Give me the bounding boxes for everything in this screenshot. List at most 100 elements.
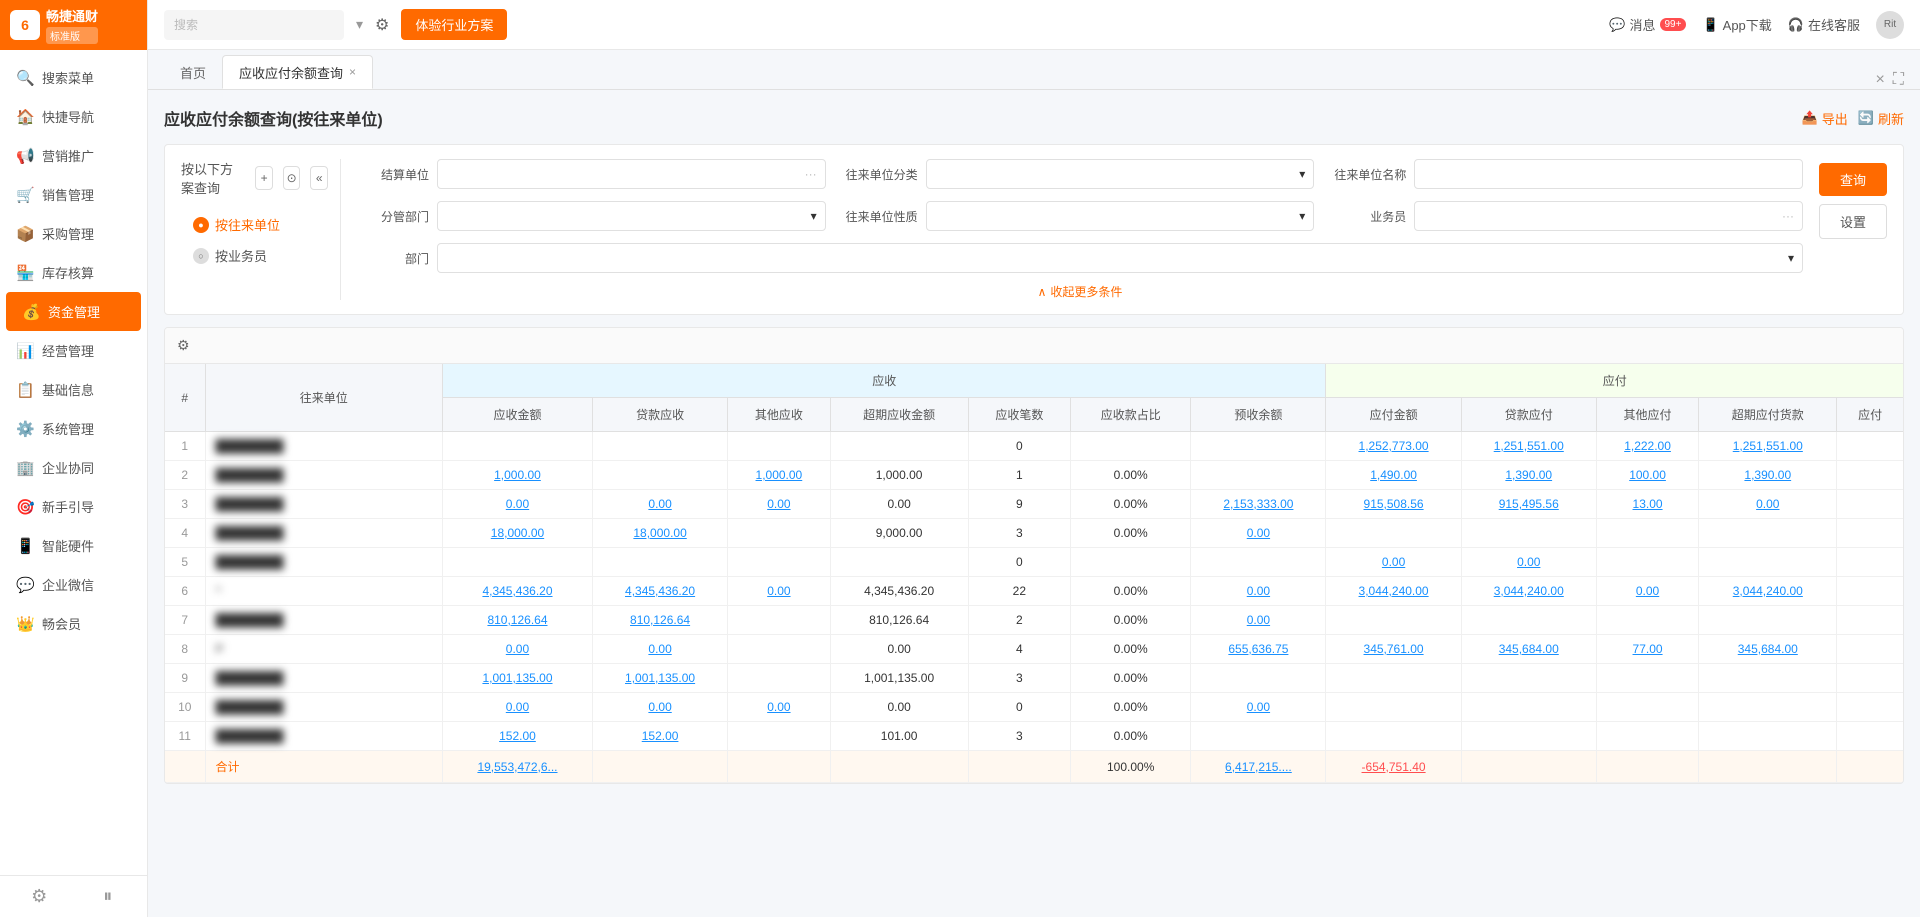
sidebar-item-base[interactable]: 📋 基础信息	[0, 370, 147, 409]
footer-prepay[interactable]: 6,417,215....	[1191, 751, 1326, 783]
cell-loan-rec[interactable]: 0.00	[592, 693, 727, 722]
cell-prepay[interactable]: 0.00	[1191, 693, 1326, 722]
cell-prepay[interactable]: 0.00	[1191, 606, 1326, 635]
cell-other-rec[interactable]: 0.00	[728, 693, 830, 722]
cell-receivable[interactable]: 1,001,135.00	[442, 664, 592, 693]
cell-overdue-pay[interactable]: 3,044,240.00	[1699, 577, 1837, 606]
query-button[interactable]: 查询	[1819, 163, 1887, 196]
messages-item[interactable]: 💬 消息 99+	[1609, 15, 1686, 34]
cell-overdue-pay[interactable]: 1,251,551.00	[1699, 432, 1837, 461]
query-option-partner[interactable]: ● 按往来单位	[181, 209, 328, 240]
cell-prepay[interactable]: 0.00	[1191, 519, 1326, 548]
cell-loan-rec[interactable]: 0.00	[592, 635, 727, 664]
promo-button[interactable]: 体验行业方案	[401, 9, 507, 40]
cell-overdue-pay[interactable]: 1,390.00	[1699, 461, 1837, 490]
cell-receivable[interactable]: 18,000.00	[442, 519, 592, 548]
export-button[interactable]: 📤 导出	[1802, 109, 1848, 128]
sidebar-item-member[interactable]: 👑 畅会员	[0, 604, 147, 643]
cell-prepay[interactable]: 0.00	[1191, 577, 1326, 606]
partner-type-select[interactable]: ▾	[926, 159, 1315, 189]
cell-loan-rec[interactable]: 810,126.64	[592, 606, 727, 635]
sidebar-collapse-btn[interactable]: ⏸	[79, 886, 138, 907]
sidebar-item-system[interactable]: ⚙️ 系统管理	[0, 409, 147, 448]
tab-query[interactable]: 应收应付余额查询 ×	[222, 55, 373, 89]
refresh-button[interactable]: 🔄 刷新	[1858, 109, 1904, 128]
sidebar-item-marketing[interactable]: 📢 营销推广	[0, 136, 147, 175]
cell-receivable[interactable]: 0.00	[442, 693, 592, 722]
cell-other-rec[interactable]: 1,000.00	[728, 461, 830, 490]
cell-loan-rec[interactable]: 1,001,135.00	[592, 664, 727, 693]
footer-payable[interactable]: -654,751.40	[1326, 751, 1461, 783]
cell-loan-rec[interactable]: 18,000.00	[592, 519, 727, 548]
cell-receivable[interactable]: 4,345,436.20	[442, 577, 592, 606]
cell-payable[interactable]: 1,252,773.00	[1326, 432, 1461, 461]
filter-add-btn[interactable]: +	[255, 166, 273, 190]
sidebar-item-purchase[interactable]: 📦 采购管理	[0, 214, 147, 253]
cell-loan-pay[interactable]: 0.00	[1461, 548, 1596, 577]
cell-receivable[interactable]: 152.00	[442, 722, 592, 751]
cell-other-rec[interactable]: 0.00	[728, 577, 830, 606]
cell-overdue-pay[interactable]: 345,684.00	[1699, 635, 1837, 664]
sidebar-item-guide[interactable]: 🎯 新手引导	[0, 487, 147, 526]
filter-collapse-btn[interactable]: «	[310, 166, 328, 190]
cell-other-pay[interactable]: 1,222.00	[1596, 432, 1698, 461]
cell-prepay[interactable]: 2,153,333.00	[1191, 490, 1326, 519]
table-settings-icon[interactable]: ⚙	[177, 337, 190, 354]
cell-payable[interactable]: 0.00	[1326, 548, 1461, 577]
cell-loan-pay[interactable]: 915,495.56	[1461, 490, 1596, 519]
sidebar-item-quicknav[interactable]: 🏠 快捷导航	[0, 97, 147, 136]
cell-loan-rec[interactable]: 0.00	[592, 490, 727, 519]
sidebar-item-operations[interactable]: 📊 经营管理	[0, 331, 147, 370]
sidebar-item-hardware[interactable]: 📱 智能硬件	[0, 526, 147, 565]
cell-other-pay[interactable]: 100.00	[1596, 461, 1698, 490]
online-service-item[interactable]: 🎧 在线客服	[1788, 15, 1860, 34]
cell-loan-pay[interactable]: 3,044,240.00	[1461, 577, 1596, 606]
settings-button[interactable]: 设置	[1819, 204, 1887, 239]
salesperson-input[interactable]: ···	[1414, 201, 1803, 231]
tab-close-all-icon[interactable]: ×	[1875, 71, 1884, 89]
cell-receivable[interactable]: 0.00	[442, 635, 592, 664]
partner-nature-select[interactable]: ▾	[926, 201, 1315, 231]
query-option-salesperson[interactable]: ○ 按业务员	[181, 240, 328, 271]
collapse-more-btn[interactable]: ∧ 收起更多条件	[1038, 283, 1123, 300]
settings-icon[interactable]: ⚙	[375, 15, 389, 35]
dept-select[interactable]: ▾	[437, 201, 826, 231]
sidebar-item-inventory[interactable]: 🏪 库存核算	[0, 253, 147, 292]
sidebar-item-finance[interactable]: 💰 资金管理	[6, 292, 141, 331]
cell-receivable[interactable]: 810,126.64	[442, 606, 592, 635]
cell-loan-rec[interactable]: 152.00	[592, 722, 727, 751]
cell-prepay[interactable]: 655,636.75	[1191, 635, 1326, 664]
tab-home[interactable]: 首页	[164, 55, 222, 89]
sidebar-settings-btn[interactable]: ⚙	[10, 886, 69, 907]
subdept-select[interactable]: ▾	[437, 243, 1803, 273]
tab-close-icon[interactable]: ×	[349, 65, 356, 79]
cell-other-rec[interactable]: 0.00	[728, 490, 830, 519]
cell-other-pay[interactable]: 0.00	[1596, 577, 1698, 606]
cell-loan-pay[interactable]: 1,251,551.00	[1461, 432, 1596, 461]
cell-receivable[interactable]: 0.00	[442, 490, 592, 519]
partner-name-input[interactable]	[1414, 159, 1803, 189]
app-download-item[interactable]: 📱 App下载	[1702, 15, 1771, 34]
tab-fullscreen-icon[interactable]: ⛶	[1893, 71, 1904, 89]
cell-other-pay[interactable]: 13.00	[1596, 490, 1698, 519]
user-avatar[interactable]: Rit	[1876, 11, 1904, 39]
cell-other-pay[interactable]: 77.00	[1596, 635, 1698, 664]
settlement-unit-input[interactable]: ···	[437, 159, 826, 189]
sidebar-item-sales[interactable]: 🛒 销售管理	[0, 175, 147, 214]
cell-payable[interactable]: 915,508.56	[1326, 490, 1461, 519]
sidebar-item-wechat[interactable]: 💬 企业微信	[0, 565, 147, 604]
cell-loan-rec[interactable]: 4,345,436.20	[592, 577, 727, 606]
cell-loan-pay[interactable]: 345,684.00	[1461, 635, 1596, 664]
footer-receivable[interactable]: 19,553,472,6...	[442, 751, 592, 783]
cell-payable[interactable]: 3,044,240.00	[1326, 577, 1461, 606]
cell-loan-pay[interactable]: 1,390.00	[1461, 461, 1596, 490]
cell-receivable[interactable]: 1,000.00	[442, 461, 592, 490]
filter-settings-btn[interactable]: ⊙	[283, 166, 301, 190]
dropdown-chevron-icon[interactable]: ▾	[356, 16, 363, 33]
cell-overdue-pay[interactable]: 0.00	[1699, 490, 1837, 519]
sidebar-item-search[interactable]: 🔍 搜索菜单	[0, 58, 147, 97]
cell-payable[interactable]: 1,490.00	[1326, 461, 1461, 490]
cell-payable[interactable]: 345,761.00	[1326, 635, 1461, 664]
topbar-search[interactable]: 搜索	[164, 10, 344, 40]
sidebar-item-corp[interactable]: 🏢 企业协同	[0, 448, 147, 487]
